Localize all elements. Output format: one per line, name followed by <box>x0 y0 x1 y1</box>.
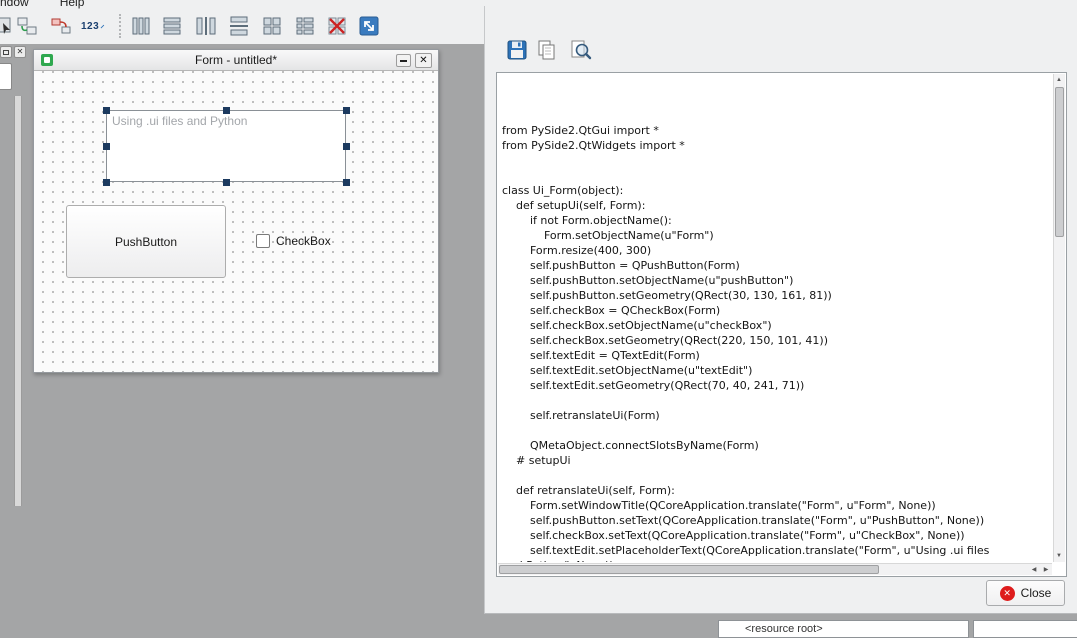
selection-handle-bottom-mid[interactable] <box>223 179 230 186</box>
checkbox-label: CheckBox <box>276 234 331 248</box>
selection-handle-top-left[interactable] <box>103 107 110 114</box>
minimize-icon <box>400 60 407 62</box>
adjust-size-icon[interactable] <box>357 14 381 38</box>
scroll-down-icon[interactable]: ▼ <box>1053 550 1065 562</box>
resource-root-label: <resource root> <box>745 623 823 635</box>
scroll-up-icon[interactable]: ▲ <box>1053 74 1065 86</box>
code-line <box>502 423 1052 438</box>
selection-handle-bottom-right[interactable] <box>343 179 350 186</box>
code-line: def setupUi(self, Form): <box>502 198 1052 213</box>
close-icon: ✕ <box>419 55 427 66</box>
form-canvas[interactable]: Using .ui files and Python PushButton Ch… <box>34 71 438 372</box>
find-icon <box>569 39 593 61</box>
close-button[interactable]: ✕ <box>415 53 432 68</box>
selection-handle-top-mid[interactable] <box>223 107 230 114</box>
close-icon: ✕ <box>17 48 24 56</box>
float-icon <box>3 50 9 55</box>
checkbox-indicator[interactable] <box>256 234 270 248</box>
find-button[interactable] <box>569 38 593 62</box>
code-line: self.checkBox = QCheckBox(Form) <box>502 303 1052 318</box>
code-text[interactable]: from PySide2.QtGui import *from PySide2.… <box>498 74 1052 562</box>
code-line: self.pushButton = QPushButton(Form) <box>502 258 1052 273</box>
widgetbox-filter-input[interactable] <box>0 63 12 90</box>
resource-panel-fragment <box>973 620 1077 638</box>
widgetbox-scrollbar[interactable] <box>14 96 22 506</box>
code-view[interactable]: from PySide2.QtGui import *from PySide2.… <box>496 72 1067 577</box>
vertical-scrollbar-thumb[interactable] <box>1055 87 1064 237</box>
menu-window[interactable]: Window <box>0 0 31 9</box>
edit-tab-order-icon[interactable]: 123 <box>81 14 105 38</box>
code-line: self.pushButton.setText(QCoreApplication… <box>502 513 1052 528</box>
code-line: Form.setWindowTitle(QCoreApplication.tra… <box>502 498 1052 513</box>
layout-grid-icon[interactable] <box>260 14 284 38</box>
menubar: Window Help <box>0 0 86 9</box>
horizontal-scrollbar[interactable]: ◀ ▶ <box>498 563 1052 575</box>
checkbox-widget[interactable]: CheckBox <box>256 234 331 248</box>
code-line: class Ui_Form(object): <box>502 183 1052 198</box>
close-circle-icon: ✕ <box>1000 586 1015 601</box>
code-line: self.textEdit.setGeometry(QRect(70, 40, … <box>502 378 1052 393</box>
tab-order-label: 123 <box>81 21 99 32</box>
code-line: self.textEdit.setPlaceholderText(QCoreAp… <box>502 543 1052 558</box>
toolbar-separator <box>119 14 124 38</box>
copy-button[interactable] <box>535 38 559 62</box>
save-button[interactable] <box>505 38 529 62</box>
selection-handle-top-right[interactable] <box>343 107 350 114</box>
code-line: Form.setObjectName(u"Form") <box>502 228 1052 243</box>
code-line: def retranslateUi(self, Form): <box>502 483 1052 498</box>
code-line <box>502 168 1052 183</box>
code-line: self.checkBox.setGeometry(QRect(220, 150… <box>502 333 1052 348</box>
code-line: # setupUi <box>502 453 1052 468</box>
dialog-close-button[interactable]: ✕ Close <box>986 580 1065 606</box>
pushbutton-widget[interactable]: PushButton <box>66 205 226 278</box>
vertical-scrollbar[interactable]: ▲ ▼ <box>1053 74 1065 562</box>
code-line: from PySide2.QtGui import * <box>502 123 1052 138</box>
dock-float-button[interactable] <box>0 46 12 58</box>
selection-handle-bottom-left[interactable] <box>103 179 110 186</box>
horizontal-scrollbar-thumb[interactable] <box>499 565 879 574</box>
close-button-label: Close <box>1021 586 1052 600</box>
form-designer-window: Form - untitled* ✕ Using .ui files and P… <box>33 49 439 373</box>
edit-buddies-icon[interactable] <box>49 14 73 38</box>
edit-signals-slots-icon[interactable] <box>15 14 39 38</box>
code-line: from PySide2.QtWidgets import * <box>502 138 1052 153</box>
scroll-left-icon[interactable]: ◀ <box>1028 563 1040 575</box>
textedit-placeholder: Using .ui files and Python <box>107 111 345 131</box>
layout-horizontal-splitter-icon[interactable] <box>194 14 218 38</box>
layout-vertical-icon[interactable] <box>160 14 184 38</box>
resource-root-item[interactable]: <resource root> <box>718 620 969 638</box>
code-line: self.textEdit = QTextEdit(Form) <box>502 348 1052 363</box>
code-line: self.textEdit.setObjectName(u"textEdit") <box>502 363 1052 378</box>
textedit-widget[interactable]: Using .ui files and Python <box>106 110 346 182</box>
code-line: and Python", None)) <box>502 558 1052 562</box>
break-layout-icon[interactable] <box>325 14 349 38</box>
form-window-title: Form - untitled* <box>34 53 438 67</box>
code-line: self.checkBox.setObjectName(u"checkBox") <box>502 318 1052 333</box>
layout-form-icon[interactable] <box>293 14 317 38</box>
selection-handle-mid-right[interactable] <box>343 143 350 150</box>
code-line: self.checkBox.setText(QCoreApplication.t… <box>502 528 1052 543</box>
code-line: Form.resize(400, 300) <box>502 243 1052 258</box>
code-line <box>502 153 1052 168</box>
qt-designer-screen: Window Help 123 ✕ <box>0 0 1077 638</box>
code-line: self.pushButton.setObjectName(u"pushButt… <box>502 273 1052 288</box>
edit-widgets-icon[interactable] <box>0 14 16 38</box>
code-line: QMetaObject.connectSlotsByName(Form) <box>502 438 1052 453</box>
dock-close-button[interactable]: ✕ <box>14 46 26 58</box>
layout-vertical-splitter-icon[interactable] <box>227 14 251 38</box>
code-line: if not Form.objectName(): <box>502 213 1052 228</box>
code-line: self.pushButton.setGeometry(QRect(30, 13… <box>502 288 1052 303</box>
code-preview-dialog: from PySide2.QtGui import *from PySide2.… <box>484 6 1077 614</box>
code-line <box>502 393 1052 408</box>
minimize-button[interactable] <box>396 54 411 67</box>
save-icon <box>506 39 528 61</box>
code-line <box>502 468 1052 483</box>
form-window-titlebar[interactable]: Form - untitled* ✕ <box>34 50 438 71</box>
code-line: self.retranslateUi(Form) <box>502 408 1052 423</box>
selection-handle-mid-left[interactable] <box>103 143 110 150</box>
scroll-right-icon[interactable]: ▶ <box>1040 563 1052 575</box>
copy-icon <box>536 39 558 61</box>
menu-help[interactable]: Help <box>58 0 87 9</box>
layout-horizontal-icon[interactable] <box>129 14 153 38</box>
